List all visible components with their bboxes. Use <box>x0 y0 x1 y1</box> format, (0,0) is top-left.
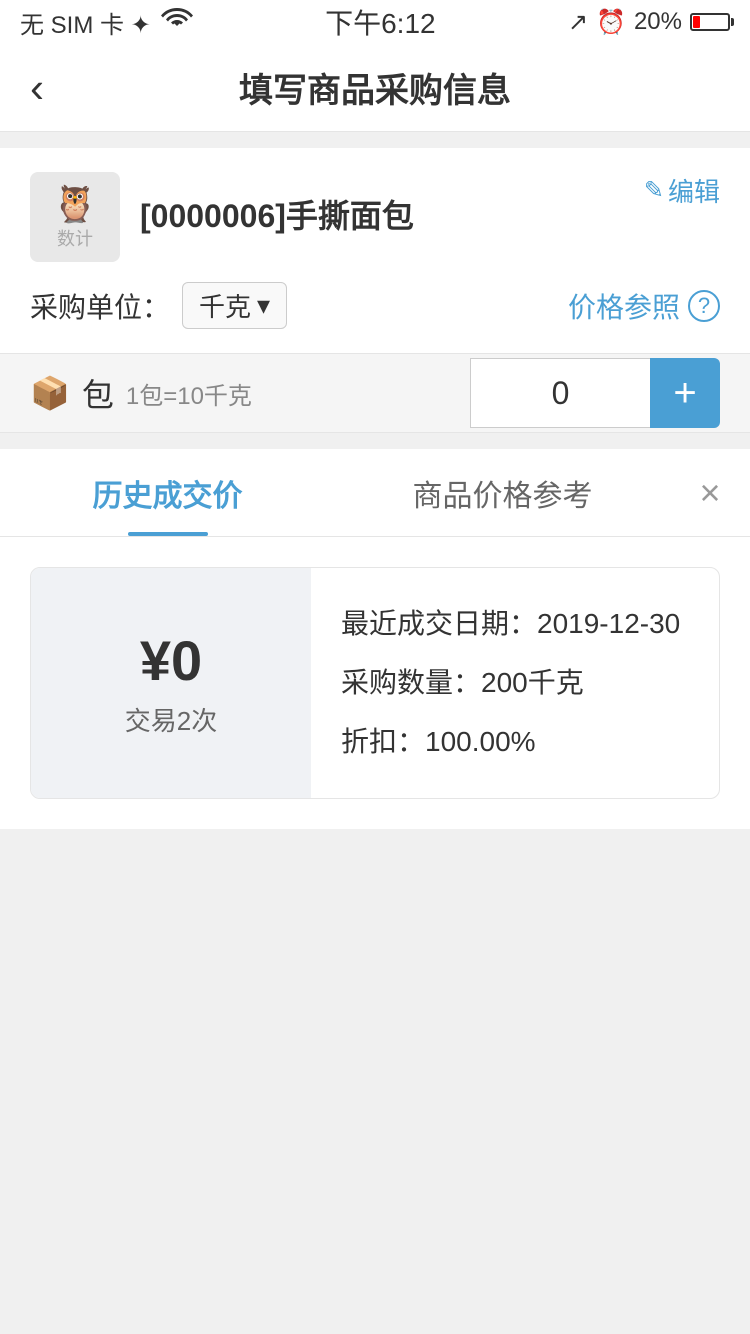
history-content: ¥0 交易2次 最近成交日期：2019-12-30 采购数量：200千克 折扣：… <box>0 537 750 829</box>
price-ref-button[interactable]: 价格参照 ? <box>568 286 720 326</box>
history-price: ¥0 <box>140 628 202 693</box>
unit-conversion: 1包=10千克 <box>126 376 252 411</box>
bottom-panel: 历史成交价 商品价格参考 × ¥0 交易2次 最近成交日期：2019-12-30… <box>0 449 750 829</box>
edit-button[interactable]: ✎ 编辑 <box>644 172 720 209</box>
battery-icon <box>690 13 730 31</box>
page-title: 填写商品采购信息 <box>239 63 511 112</box>
quantity-plus-button[interactable]: + <box>650 358 720 428</box>
tabs: 历史成交价 商品价格参考 × <box>0 449 750 537</box>
history-card: ¥0 交易2次 最近成交日期：2019-12-30 采购数量：200千克 折扣：… <box>30 567 720 799</box>
unit-select[interactable]: 千克 ▾ <box>182 282 287 329</box>
wifi-icon <box>161 8 193 37</box>
price-ref-label: 价格参照 <box>568 286 680 326</box>
history-count: 交易2次 <box>125 701 217 738</box>
owl-icon: 🦉 <box>53 183 98 225</box>
discount-row: 折扣：100.00% <box>341 722 689 761</box>
quantity-input[interactable] <box>470 358 650 428</box>
tab-history-price[interactable]: 历史成交价 <box>0 449 335 536</box>
tab-close-button[interactable]: × <box>670 449 750 536</box>
recent-date-label: 最近成交日期： <box>341 608 537 639</box>
edit-icon: ✎ <box>644 176 664 205</box>
history-right: 最近成交日期：2019-12-30 采购数量：200千克 折扣：100.00% <box>311 568 719 798</box>
qty-controls: + <box>470 358 720 428</box>
logo-sub: 数计 <box>57 225 93 251</box>
nav-bar: ‹ 填写商品采购信息 <box>0 44 750 132</box>
location-icon: ↗ <box>568 8 588 37</box>
back-button[interactable]: ‹ <box>30 64 44 112</box>
discount-value: 100.00% <box>425 726 536 757</box>
unit-value: 千克 <box>199 287 251 324</box>
product-footer: 采购单位： 千克 ▾ 价格参照 ? <box>30 282 720 329</box>
product-left: 🦉 数计 [0000006]手撕面包 <box>30 172 414 262</box>
tab1-label: 历史成交价 <box>93 471 243 515</box>
section-divider <box>0 433 750 449</box>
product-header: 🦉 数计 [0000006]手撕面包 ✎ 编辑 <box>30 172 720 262</box>
quantity-row: 📦 包 1包=10千克 + <box>0 353 750 433</box>
discount-label: 折扣： <box>341 726 425 757</box>
status-bar: 无 SIM 卡 ✦ 下午6:12 ↗ ⏰ 20% <box>0 0 750 44</box>
alarm-icon: ⏰ <box>596 8 626 37</box>
status-right: ↗ ⏰ 20% <box>568 8 730 37</box>
product-card: 🦉 数计 [0000006]手撕面包 ✎ 编辑 采购单位： 千克 ▾ 价格参照 … <box>0 148 750 353</box>
unit-label: 采购单位： <box>30 286 170 326</box>
status-time: 下午6:12 <box>325 2 436 42</box>
tab2-label: 商品价格参考 <box>413 471 593 515</box>
status-left: 无 SIM 卡 ✦ <box>20 5 193 40</box>
quantity-row-detail: 采购数量：200千克 <box>341 663 689 702</box>
recent-date-value: 2019-12-30 <box>537 608 680 639</box>
product-logo: 🦉 数计 <box>53 183 98 251</box>
battery-percent: 20% <box>634 8 682 36</box>
product-thumbnail: 🦉 数计 <box>30 172 120 262</box>
edit-label: 编辑 <box>668 172 720 209</box>
quantity-detail-value: 200千克 <box>481 667 584 698</box>
product-name: [0000006]手撕面包 <box>140 196 414 238</box>
sim-text: 无 SIM 卡 ✦ <box>20 5 151 40</box>
dropdown-icon: ▾ <box>257 290 270 321</box>
help-icon: ? <box>688 290 720 322</box>
unit-section: 采购单位： 千克 ▾ <box>30 282 287 329</box>
quantity-detail-label: 采购数量： <box>341 667 481 698</box>
tab-price-ref[interactable]: 商品价格参考 <box>335 449 670 536</box>
history-left: ¥0 交易2次 <box>31 568 311 798</box>
unit-emoji: 📦 <box>30 374 70 412</box>
unit-label-row: 📦 包 1包=10千克 <box>30 370 470 416</box>
unit-name: 包 <box>82 370 114 416</box>
recent-date-row: 最近成交日期：2019-12-30 <box>341 604 689 643</box>
